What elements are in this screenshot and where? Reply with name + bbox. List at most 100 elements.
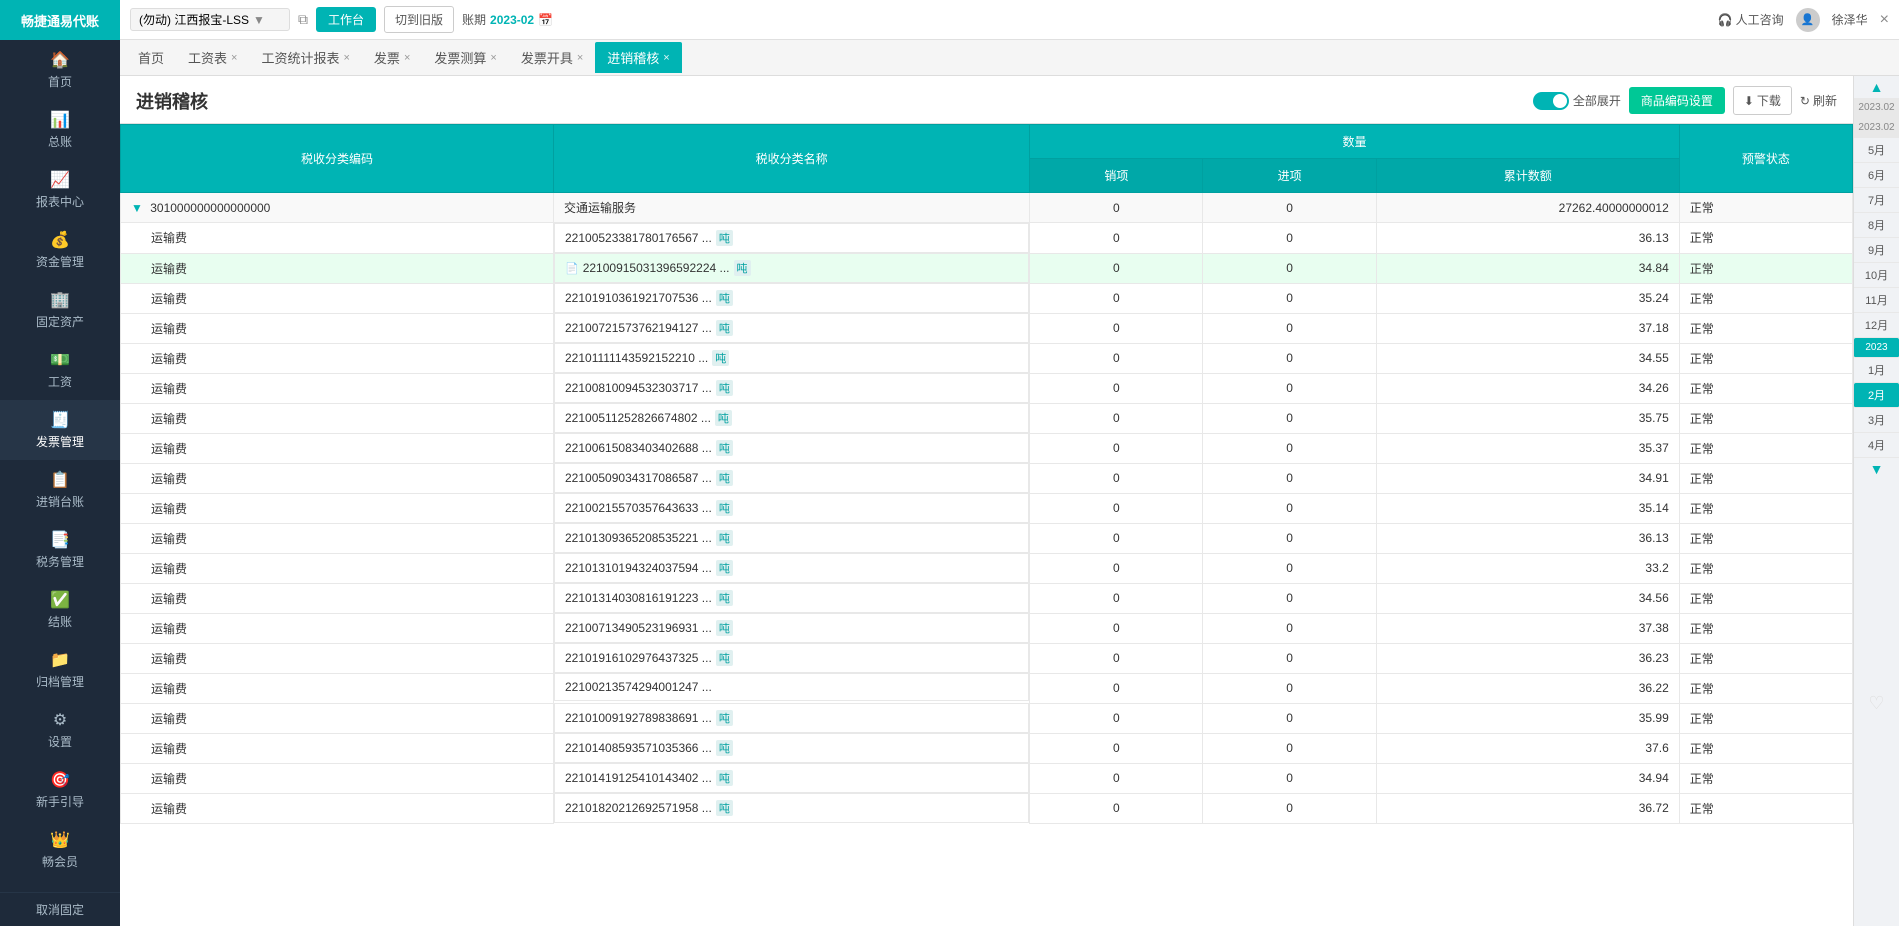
switch-period-button[interactable]: 切到旧版	[384, 6, 454, 33]
cell-cumulative: 34.26	[1376, 373, 1679, 403]
right-panel-jan[interactable]: 1月	[1854, 358, 1899, 383]
cell-purchases: 0	[1203, 643, 1376, 673]
table-row[interactable]: 运输费 📄 22100915031396592224 ... 吨 0 0 34.…	[121, 253, 1853, 283]
sidebar-item-assets[interactable]: 🏢 固定资产	[0, 280, 120, 340]
cell-invoice: 22101009192789838691 ... 吨	[554, 703, 1029, 733]
sidebar-item-settlement[interactable]: ✅ 结账	[0, 580, 120, 640]
right-panel-nov[interactable]: 11月	[1854, 288, 1899, 313]
table-row[interactable]: 运输费 22100215570357643633 ... 吨 0 0 35.14…	[121, 493, 1853, 523]
right-panel-mar[interactable]: 3月	[1854, 408, 1899, 433]
sidebar-unpin[interactable]: 取消固定	[0, 892, 120, 926]
table-row[interactable]: 运输费 22101309365208535221 ... 吨 0 0 36.13…	[121, 523, 1853, 553]
right-panel-jul[interactable]: 7月	[1854, 188, 1899, 213]
right-panel-sep[interactable]: 9月	[1854, 238, 1899, 263]
table-row[interactable]: 运输费 22100615083403402688 ... 吨 0 0 35.37…	[121, 433, 1853, 463]
table-row[interactable]: 运输费 22101009192789838691 ... 吨 0 0 35.99…	[121, 703, 1853, 733]
cell-sales: 0	[1030, 523, 1203, 553]
download-button[interactable]: ⬇ 下载	[1733, 86, 1792, 115]
workbench-button[interactable]: 工作台	[316, 7, 376, 32]
tab-payroll-stats[interactable]: 工资统计报表 ×	[249, 42, 361, 73]
tab-invoice-issue[interactable]: 发票开具 ×	[509, 42, 595, 73]
right-panel-aug[interactable]: 8月	[1854, 213, 1899, 238]
company-selector[interactable]: (勿动) 江西报宝-LSS ▼	[130, 8, 290, 31]
right-panel-apr[interactable]: 4月	[1854, 433, 1899, 458]
table-row[interactable]: 运输费 22101111143592152210 ... 吨 0 0 34.55…	[121, 343, 1853, 373]
table-row[interactable]: 运输费 22101820212692571958 ... 吨 0 0 36.72…	[121, 793, 1853, 823]
right-panel-oct[interactable]: 10月	[1854, 263, 1899, 288]
tab-invoice-issue-label: 发票开具	[521, 48, 573, 67]
table-row[interactable]: 运输费 22100509034317086587 ... 吨 0 0 34.91…	[121, 463, 1853, 493]
flag-badge: 吨	[716, 470, 733, 486]
product-code-setting-button[interactable]: 商品编码设置	[1629, 87, 1725, 114]
table-row[interactable]: 运输费 22101916102976437325 ... 吨 0 0 36.23…	[121, 643, 1853, 673]
tab-invoice-calc-close[interactable]: ×	[490, 52, 496, 64]
tab-payroll-stats-close[interactable]: ×	[343, 52, 349, 64]
right-panel-jun[interactable]: 6月	[1854, 163, 1899, 188]
right-panel-feb[interactable]: 2月	[1854, 383, 1899, 408]
expand-arrow[interactable]: ▼	[131, 201, 143, 215]
tab-invoices[interactable]: 发票 ×	[362, 42, 422, 73]
right-panel-dec[interactable]: 12月	[1854, 313, 1899, 338]
cell-sales: 0	[1030, 373, 1203, 403]
sidebar-item-ledger[interactable]: 📊 总账	[0, 100, 120, 160]
file-icon: 📄	[565, 262, 579, 275]
cell-item: 运输费	[121, 373, 554, 403]
cell-code: ▼ 301000000000000000	[121, 193, 554, 223]
table-row[interactable]: 运输费 22101408593571035366 ... 吨 0 0 37.6 …	[121, 733, 1853, 763]
table-row[interactable]: 运输费 22100511252826674802 ... 吨 0 0 35.75…	[121, 403, 1853, 433]
cell-purchases: 0	[1203, 793, 1376, 823]
table-row[interactable]: 运输费 22100713490523196931 ... 吨 0 0 37.38…	[121, 613, 1853, 643]
tab-invoices-close[interactable]: ×	[404, 52, 410, 64]
cell-cumulative: 35.37	[1376, 433, 1679, 463]
tab-payroll-close[interactable]: ×	[231, 52, 237, 64]
tab-payroll[interactable]: 工资表 ×	[176, 42, 249, 73]
sidebar-item-funds[interactable]: 💰 资金管理	[0, 220, 120, 280]
table-row[interactable]: 运输费 22101910361921707536 ... 吨 0 0 35.24…	[121, 283, 1853, 313]
table-row[interactable]: 运输费 22100810094532303717 ... 吨 0 0 34.26…	[121, 373, 1853, 403]
table-row[interactable]: 运输费 22101310194324037594 ... 吨 0 0 33.2 …	[121, 553, 1853, 583]
cell-cumulative: 35.24	[1376, 283, 1679, 313]
sidebar-item-tax[interactable]: 📑 税务管理	[0, 520, 120, 580]
table-row[interactable]: 运输费 22100213574294001247 ... 0 0 36.22 正…	[121, 673, 1853, 703]
right-panel-may[interactable]: 5月	[1854, 138, 1899, 163]
cell-sales: 0	[1030, 283, 1203, 313]
flag-badge: 吨	[716, 710, 733, 726]
tab-invoice-calc[interactable]: 发票测算 ×	[422, 42, 508, 73]
copy-icon[interactable]: ⧉	[298, 11, 308, 28]
right-panel-year-2023-header[interactable]: 2023.02	[1854, 98, 1899, 118]
right-panel-2023-year[interactable]: 2023	[1854, 338, 1899, 358]
tab-reconciliation-label: 进销稽核	[607, 48, 659, 67]
sidebar-item-guide[interactable]: 🎯 新手引导	[0, 760, 120, 820]
support-button[interactable]: 🎧 人工咨询	[1718, 11, 1784, 28]
sidebar-item-sales-ledger[interactable]: 📋 进销台账	[0, 460, 120, 520]
cell-item: 运输费	[121, 643, 554, 673]
flag-badge: 吨	[716, 800, 733, 816]
tab-reconciliation-close[interactable]: ×	[663, 52, 669, 64]
right-panel-up[interactable]: ▲	[1854, 76, 1899, 98]
sidebar-item-settings[interactable]: ⚙ 设置	[0, 700, 120, 760]
sidebar-item-sales-ledger-label: 进销台账	[36, 493, 84, 510]
tab-home[interactable]: 首页	[126, 42, 176, 73]
refresh-button[interactable]: ↻ 刷新	[1800, 92, 1837, 109]
sidebar-item-member[interactable]: 👑 畅会员	[0, 820, 120, 880]
sidebar-item-invoices[interactable]: 🧾 发票管理	[0, 400, 120, 460]
tab-reconciliation[interactable]: 进销稽核 ×	[595, 42, 681, 73]
table-row[interactable]: 运输费 22100721573762194127 ... 吨 0 0 37.18…	[121, 313, 1853, 343]
table-row[interactable]: 运输费 22101419125410143402 ... 吨 0 0 34.94…	[121, 763, 1853, 793]
table-row[interactable]: ▼ 301000000000000000 交通运输服务 0 0 27262.40…	[121, 193, 1853, 223]
right-panel-year-2023-sub[interactable]: 2023.02	[1854, 118, 1899, 138]
cell-cumulative: 35.75	[1376, 403, 1679, 433]
right-panel-down[interactable]: ▼	[1854, 458, 1899, 480]
table-row[interactable]: 运输费 22101314030816191223 ... 吨 0 0 34.56…	[121, 583, 1853, 613]
cell-cumulative: 36.13	[1376, 523, 1679, 553]
sidebar-item-home[interactable]: 🏠 首页	[0, 40, 120, 100]
sidebar-item-reports[interactable]: 📈 报表中心	[0, 160, 120, 220]
tab-invoice-calc-label: 发票测算	[434, 48, 486, 67]
expand-toggle[interactable]	[1533, 92, 1569, 110]
window-close-button[interactable]: ×	[1880, 11, 1889, 29]
sidebar-item-payroll[interactable]: 💵 工资	[0, 340, 120, 400]
sidebar-item-archive[interactable]: 📁 归档管理	[0, 640, 120, 700]
table-row[interactable]: 运输费 22100523381780176567 ... 吨 0 0 36.13…	[121, 223, 1853, 254]
cell-sales: 0	[1030, 193, 1203, 223]
tab-invoice-issue-close[interactable]: ×	[577, 52, 583, 64]
